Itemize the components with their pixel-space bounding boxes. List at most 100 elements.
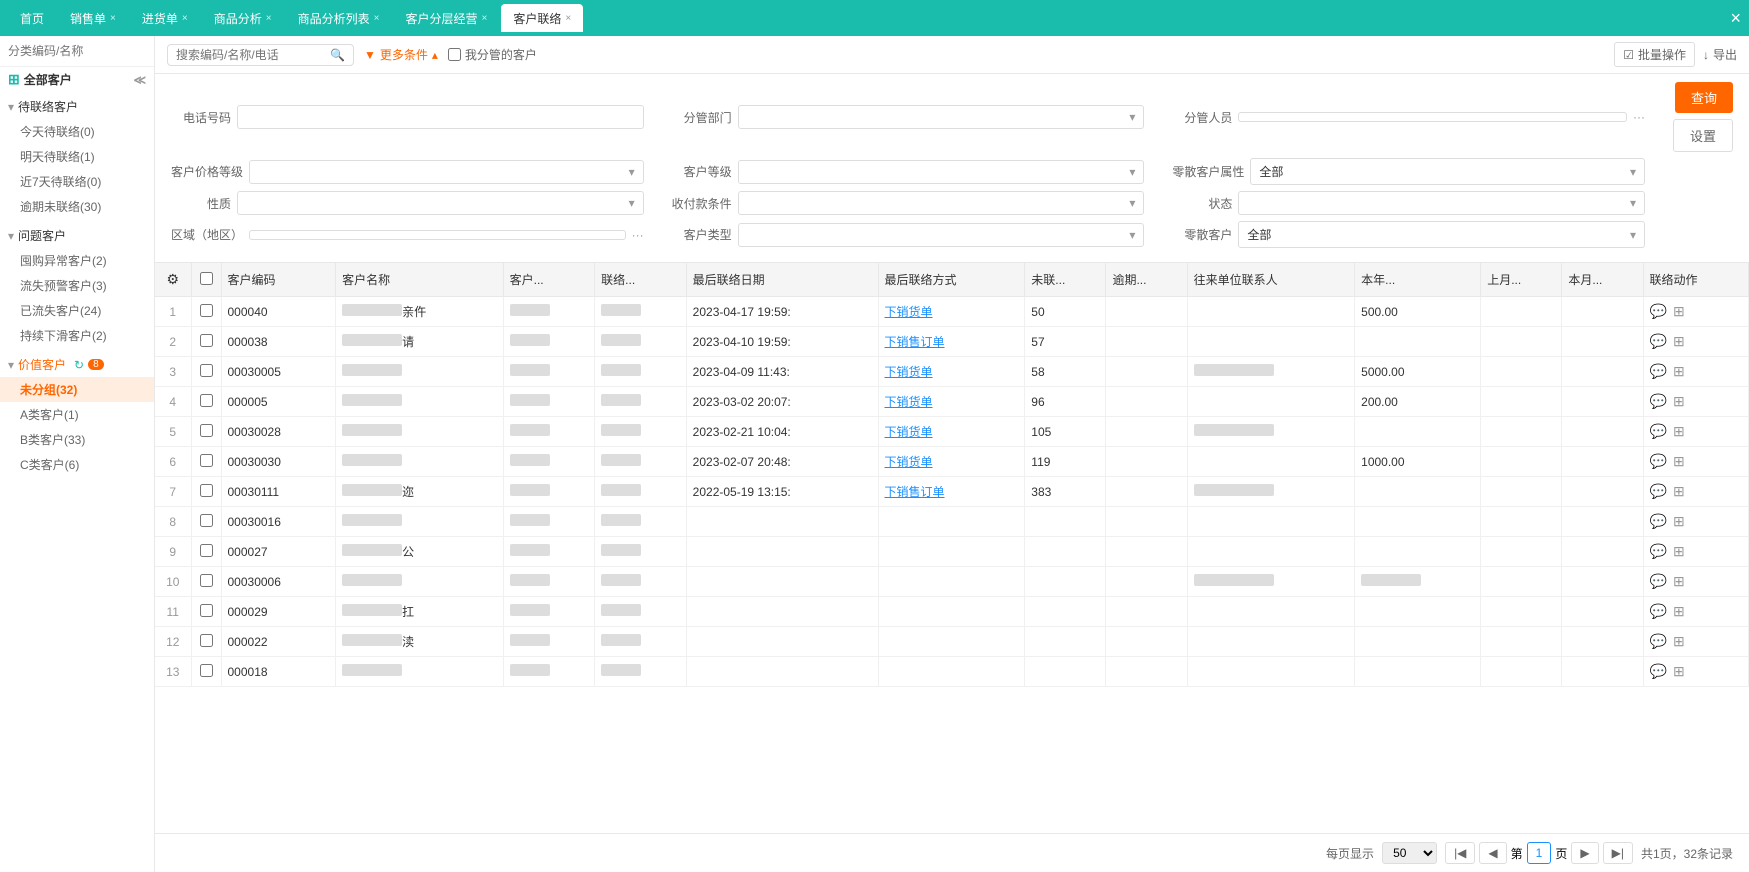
batch-op-button[interactable]: ☑ 批量操作: [1614, 42, 1695, 67]
row-checkbox-cell[interactable]: [191, 627, 221, 657]
tab-home[interactable]: 首页: [8, 4, 56, 32]
grid-action-icon[interactable]: ⊞: [1673, 423, 1685, 440]
message-icon[interactable]: 💬: [1650, 633, 1667, 650]
row-last-method[interactable]: [878, 657, 1025, 687]
tab-customer-contact[interactable]: 客户联络 ×: [501, 4, 583, 32]
sidebar-item-b-class[interactable]: B类客户(33): [0, 427, 154, 452]
tab-purchase-close[interactable]: ×: [182, 13, 188, 24]
row-checkbox[interactable]: [200, 604, 213, 617]
phone-input[interactable]: [237, 105, 644, 129]
collapse-icon[interactable]: ≪: [133, 73, 146, 87]
row-last-method[interactable]: 下销货单: [878, 357, 1025, 387]
last-method-link[interactable]: 下销货单: [885, 395, 933, 409]
row-action[interactable]: 💬⊞: [1643, 447, 1748, 477]
row-checkbox-cell[interactable]: [191, 537, 221, 567]
row-last-method[interactable]: 下销货单: [878, 387, 1025, 417]
my-customers-filter[interactable]: 我分管的客户: [448, 46, 537, 63]
row-last-method[interactable]: 下销货单: [878, 417, 1025, 447]
last-method-link[interactable]: 下销货单: [885, 455, 933, 469]
tab-customer-management-close[interactable]: ×: [481, 13, 487, 24]
manager-dots[interactable]: ···: [1633, 110, 1645, 124]
row-checkbox[interactable]: [200, 634, 213, 647]
row-checkbox[interactable]: [200, 664, 213, 677]
message-icon[interactable]: 💬: [1650, 543, 1667, 560]
grid-action-icon[interactable]: ⊞: [1673, 513, 1685, 530]
row-last-method[interactable]: [878, 507, 1025, 537]
settings-gear-icon[interactable]: ⚙: [166, 271, 179, 287]
sidebar-search-input[interactable]: [8, 44, 155, 58]
row-checkbox[interactable]: [200, 304, 213, 317]
filter-search-input[interactable]: [176, 48, 326, 62]
row-checkbox[interactable]: [200, 454, 213, 467]
price-level-select[interactable]: [249, 160, 644, 184]
sidebar-item-tomorrow[interactable]: 明天待联络(1): [0, 144, 154, 169]
last-method-link[interactable]: 下销货单: [885, 305, 933, 319]
all-customers-title[interactable]: ⊞ 全部客户 ≪: [0, 67, 154, 92]
tab-purchase[interactable]: 进货单 ×: [130, 4, 200, 32]
sidebar-item-a-class[interactable]: A类客户(1): [0, 402, 154, 427]
row-checkbox-cell[interactable]: [191, 447, 221, 477]
col-settings[interactable]: ⚙: [155, 263, 191, 297]
cust-level-select[interactable]: [738, 160, 1145, 184]
row-checkbox-cell[interactable]: [191, 597, 221, 627]
row-action[interactable]: 💬⊞: [1643, 387, 1748, 417]
grid-action-icon[interactable]: ⊞: [1673, 573, 1685, 590]
grid-action-icon[interactable]: ⊞: [1673, 393, 1685, 410]
last-method-link[interactable]: 下销售订单: [885, 485, 945, 499]
grid-action-icon[interactable]: ⊞: [1673, 543, 1685, 560]
row-last-method[interactable]: 下销货单: [878, 447, 1025, 477]
row-action[interactable]: 💬⊞: [1643, 327, 1748, 357]
grid-action-icon[interactable]: ⊞: [1673, 483, 1685, 500]
row-checkbox[interactable]: [200, 394, 213, 407]
tab-product-analysis-close[interactable]: ×: [266, 13, 272, 24]
col-check[interactable]: [191, 263, 221, 297]
select-all-checkbox[interactable]: [200, 272, 213, 285]
row-checkbox-cell[interactable]: [191, 357, 221, 387]
row-action[interactable]: 💬⊞: [1643, 507, 1748, 537]
row-checkbox-cell[interactable]: [191, 507, 221, 537]
row-checkbox-cell[interactable]: [191, 567, 221, 597]
dept-select[interactable]: [738, 105, 1145, 129]
row-action[interactable]: 💬⊞: [1643, 297, 1748, 327]
row-checkbox-cell[interactable]: [191, 657, 221, 687]
message-icon[interactable]: 💬: [1650, 393, 1667, 410]
sidebar-item-today[interactable]: 今天待联络(0): [0, 119, 154, 144]
row-action[interactable]: 💬⊞: [1643, 627, 1748, 657]
sidebar-search-bar[interactable]: 🔍: [0, 36, 154, 67]
sidebar-item-churned[interactable]: 已流失客户(24): [0, 298, 154, 323]
grid-action-icon[interactable]: ⊞: [1673, 333, 1685, 350]
grid-action-icon[interactable]: ⊞: [1673, 663, 1685, 680]
sidebar-item-c-class[interactable]: C类客户(6): [0, 452, 154, 477]
region-dots[interactable]: ···: [632, 228, 644, 242]
row-checkbox-cell[interactable]: [191, 387, 221, 417]
cust-type-select[interactable]: [738, 223, 1145, 247]
retail-cust-select[interactable]: 全部: [1238, 221, 1645, 248]
grid-action-icon[interactable]: ⊞: [1673, 633, 1685, 650]
message-icon[interactable]: 💬: [1650, 573, 1667, 590]
message-icon[interactable]: 💬: [1650, 303, 1667, 320]
message-icon[interactable]: 💬: [1650, 423, 1667, 440]
row-last-method[interactable]: [878, 597, 1025, 627]
filter-more-btn[interactable]: ▼ 更多条件: [364, 46, 438, 63]
last-method-link[interactable]: 下销货单: [885, 425, 933, 439]
row-action[interactable]: 💬⊞: [1643, 417, 1748, 447]
filter-search-icon[interactable]: 🔍: [330, 48, 345, 62]
sidebar-group-value-title[interactable]: ▾ 价值客户 ↻ 8: [0, 352, 154, 377]
grid-action-icon[interactable]: ⊞: [1673, 603, 1685, 620]
last-page-button[interactable]: ▶|: [1603, 842, 1633, 864]
row-last-method[interactable]: [878, 627, 1025, 657]
export-button[interactable]: ↓ 导出: [1703, 42, 1737, 67]
message-icon[interactable]: 💬: [1650, 453, 1667, 470]
tab-product-analysis[interactable]: 商品分析 ×: [202, 4, 284, 32]
my-customers-checkbox[interactable]: [448, 48, 461, 61]
sidebar-group-pending-title[interactable]: ▾ 待联络客户: [0, 94, 154, 119]
sidebar-item-ungrp[interactable]: 未分组(32): [0, 377, 154, 402]
reset-button[interactable]: 设置: [1673, 119, 1733, 152]
query-button[interactable]: 查询: [1675, 82, 1733, 113]
sidebar-group-problem-title[interactable]: ▾ 问题客户: [0, 223, 154, 248]
row-checkbox[interactable]: [200, 544, 213, 557]
row-checkbox[interactable]: [200, 574, 213, 587]
tab-product-list-close[interactable]: ×: [374, 13, 380, 24]
row-last-method[interactable]: 下销售订单: [878, 327, 1025, 357]
grid-action-icon[interactable]: ⊞: [1673, 363, 1685, 380]
